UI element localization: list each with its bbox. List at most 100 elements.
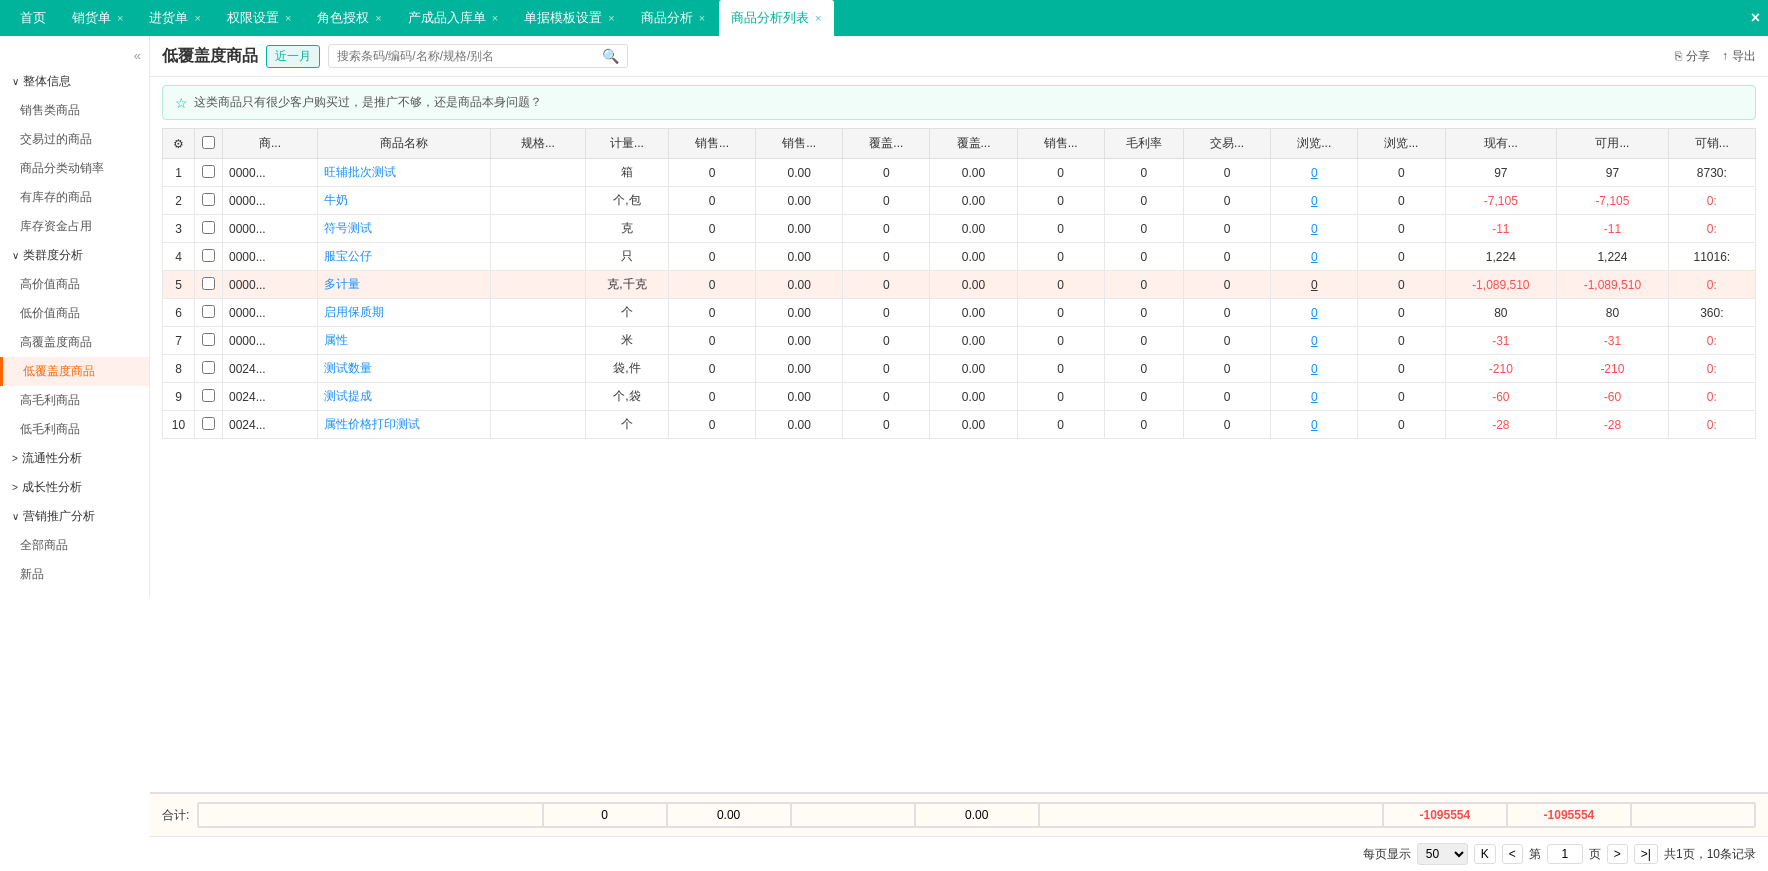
sidebar-item-capital-occupy[interactable]: 库存资金占用 [0,212,149,241]
th-checkbox[interactable] [195,129,223,159]
row-select-checkbox[interactable] [202,221,215,234]
sidebar-item-category-rate[interactable]: 商品分类动销率 [0,154,149,183]
row-select-checkbox[interactable] [202,417,215,430]
filter-period-button[interactable]: 近一月 [266,45,320,68]
nav-tab-purchase[interactable]: 进货单 × [137,0,212,36]
sidebar-section-marketing[interactable]: ∨ 营销推广分析 [0,502,149,531]
row-name[interactable]: 测试提成 [318,383,491,411]
sidebar-item-low-coverage[interactable]: 低覆盖度商品 [0,357,149,386]
page-input[interactable] [1547,844,1583,864]
sidebar-item-all-goods[interactable]: 全部商品 [0,531,149,560]
row-browse1[interactable]: 0 [1271,299,1358,327]
row-select-checkbox[interactable] [202,277,215,290]
sidebar-item-stock-goods[interactable]: 有库存的商品 [0,183,149,212]
row-select-checkbox[interactable] [202,193,215,206]
close-icon[interactable]: × [815,12,821,24]
sidebar-item-new-goods[interactable]: 新品 [0,560,149,589]
row-checkbox[interactable] [195,327,223,355]
sidebar-collapse-button[interactable]: « [134,48,141,63]
nav-tab-template[interactable]: 单据模板设置 × [512,0,626,36]
row-select-checkbox[interactable] [202,333,215,346]
row-checkbox[interactable] [195,299,223,327]
row-name[interactable]: 测试数量 [318,355,491,383]
row-browse1[interactable]: 0 [1271,187,1358,215]
row-browse1[interactable]: 0 [1271,243,1358,271]
sidebar-item-sales-goods[interactable]: 销售类商品 [0,96,149,125]
row-browse1[interactable]: 0 [1271,355,1358,383]
close-icon[interactable]: × [375,12,381,24]
sidebar-section-growth[interactable]: > 成长性分析 [0,473,149,502]
search-input[interactable] [337,49,598,63]
nav-tab-warehouse[interactable]: 产成品入库单 × [396,0,510,36]
nav-tab-roles[interactable]: 角色授权 × [305,0,393,36]
row-margin: 0 [1104,383,1183,411]
row-checkbox[interactable] [195,271,223,299]
select-all-checkbox[interactable] [202,136,215,149]
row-name[interactable]: 牛奶 [318,187,491,215]
row-browse1[interactable]: 0 [1271,411,1358,439]
sidebar-item-high-margin[interactable]: 高毛利商品 [0,386,149,415]
section-arrow-icon: > [12,482,18,493]
close-icon[interactable]: × [699,12,705,24]
close-icon[interactable]: × [285,12,291,24]
sidebar-section-cluster[interactable]: ∨ 类群度分析 [0,241,149,270]
row-name[interactable]: 属性 [318,327,491,355]
row-name[interactable]: 旺辅批次测试 [318,159,491,187]
row-name[interactable]: 符号测试 [318,215,491,243]
row-name[interactable]: 多计量 [318,271,491,299]
row-checkbox[interactable] [195,243,223,271]
row-browse1[interactable]: 0 [1271,215,1358,243]
nav-tab-analysis[interactable]: 商品分析 × [629,0,717,36]
row-checkbox[interactable] [195,187,223,215]
sidebar-item-traded-goods[interactable]: 交易过的商品 [0,125,149,154]
export-button[interactable]: ↑ 导出 [1722,48,1756,65]
sidebar-item-low-margin[interactable]: 低毛利商品 [0,415,149,444]
nav-tab-sales[interactable]: 销货单 × [60,0,135,36]
row-select-checkbox[interactable] [202,305,215,318]
close-all-tabs-button[interactable]: × [1751,9,1760,27]
sidebar-item-high-coverage[interactable]: 高覆盖度商品 [0,328,149,357]
prev-page-button[interactable]: < [1502,844,1523,864]
row-select-checkbox[interactable] [202,361,215,374]
nav-tab-analysis-list[interactable]: 商品分析列表 × [719,0,833,36]
row-checkbox[interactable] [195,355,223,383]
row-select-checkbox[interactable] [202,389,215,402]
nav-tab-home[interactable]: 首页 [8,0,58,36]
row-select-checkbox[interactable] [202,249,215,262]
search-icon[interactable]: 🔍 [602,48,619,64]
next-page-button[interactable]: > [1607,844,1628,864]
page-size-select[interactable]: 50 100 200 [1417,843,1468,865]
sidebar-item-high-value[interactable]: 高价值商品 [0,270,149,299]
row-name[interactable]: 启用保质期 [318,299,491,327]
row-checkbox[interactable] [195,383,223,411]
row-checkbox[interactable] [195,215,223,243]
last-page-button[interactable]: >| [1634,844,1658,864]
close-icon[interactable]: × [492,12,498,24]
row-checkbox[interactable] [195,411,223,439]
first-page-button[interactable]: K [1474,844,1496,864]
row-browse1[interactable]: 0 [1271,159,1358,187]
row-name[interactable]: 服宝公仔 [318,243,491,271]
row-browse1[interactable]: 0 [1271,383,1358,411]
row-trade: 0 [1184,243,1271,271]
row-trade: 0 [1184,299,1271,327]
row-cover1: 0 [843,411,930,439]
row-browse1[interactable]: 0 [1271,271,1358,299]
close-icon[interactable]: × [117,12,123,24]
row-checkbox[interactable] [195,159,223,187]
close-icon[interactable]: × [608,12,614,24]
row-select-checkbox[interactable] [202,165,215,178]
row-name[interactable]: 属性价格打印测试 [318,411,491,439]
share-button[interactable]: ⎘ 分享 [1675,48,1710,65]
main-layout: « ∨ 整体信息 销售类商品 交易过的商品 商品分类动销率 有库存的商品 库存资… [0,36,1768,871]
row-sales3: 0 [1017,383,1104,411]
sidebar-section-overall[interactable]: ∨ 整体信息 [0,67,149,96]
sidebar-item-low-value[interactable]: 低价值商品 [0,299,149,328]
th-settings[interactable]: ⚙ [163,129,195,159]
sidebar-section-flow[interactable]: > 流通性分析 [0,444,149,473]
row-browse1[interactable]: 0 [1271,327,1358,355]
row-cover1: 0 [843,271,930,299]
close-icon[interactable]: × [194,12,200,24]
nav-tab-permissions[interactable]: 权限设置 × [215,0,303,36]
row-unit: 个,包 [585,187,668,215]
